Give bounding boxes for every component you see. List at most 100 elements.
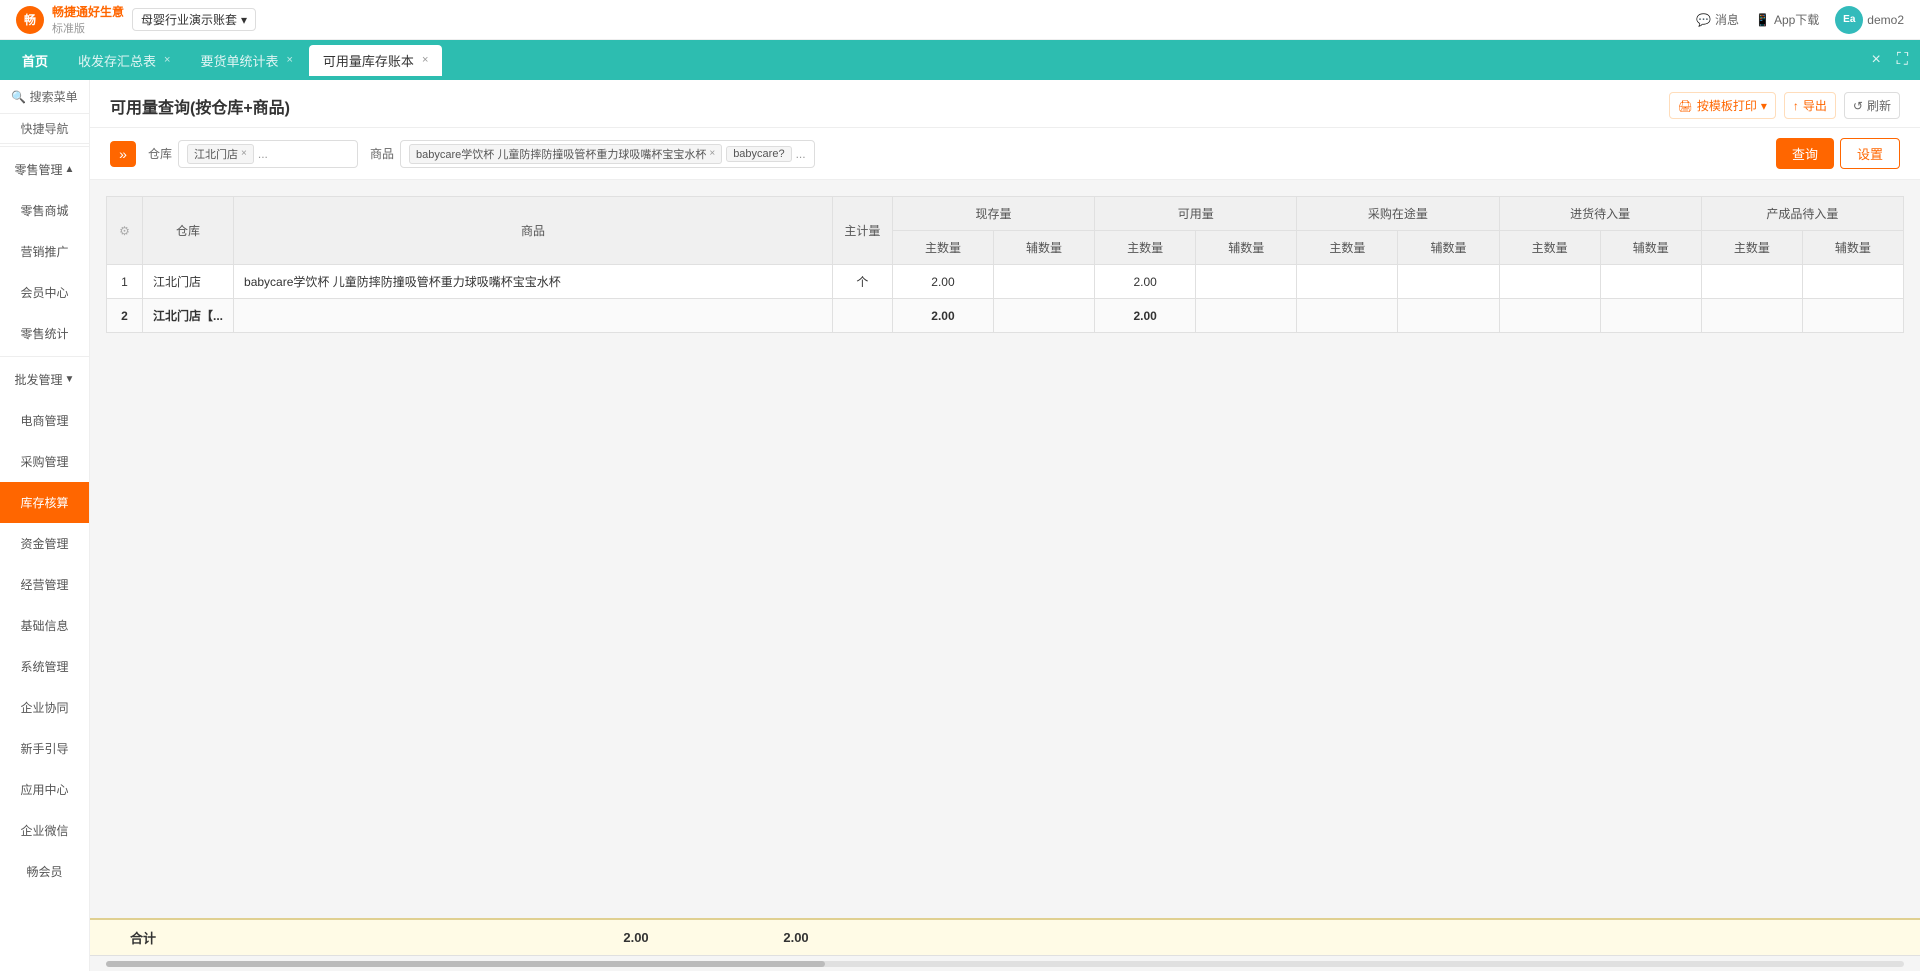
scrollbar-area [90,955,1920,971]
sidebar-divider-2 [0,356,89,357]
app-download-btn[interactable]: 📱 App下载 [1755,11,1819,28]
cell-purchase-sub-2 [1398,299,1499,333]
sidebar-search[interactable]: 🔍 搜索菜单 [0,80,89,114]
filter-action-buttons: 查询 设置 [1776,138,1900,169]
user-profile[interactable]: Ea demo2 [1835,6,1904,34]
tab-order-summary[interactable]: 要货单统计表 × [186,45,306,76]
sidebar-item-vip[interactable]: 畅会员 [0,851,89,892]
col-stock-sub: 辅数量 [994,231,1095,265]
cell-incoming-main [1499,265,1600,299]
col-group-avail: 可用量 [1095,197,1297,231]
chevron-up-icon: ▲ [65,164,75,175]
sidebar-quick-nav[interactable]: 快捷导航 [0,114,89,144]
col-purchase-main: 主数量 [1297,231,1398,265]
window-expand-btn[interactable]: ⛶ [1893,47,1912,73]
remove-product-tag-1[interactable]: × [709,148,715,159]
sidebar-item-basic-info[interactable]: 基础信息 [0,605,89,646]
col-stock-main: 主数量 [892,231,993,265]
main-layout: 🔍 搜索菜单 快捷导航 零售管理 ▲ 零售商城 营销推广 会员中心 零售统计 批… [0,80,1920,971]
cell-avail-main-2: 2.00 [1095,299,1196,333]
data-table: ⚙ 仓库 商品 主计量 现存量 可用量 采购在途量 进货待入量 产成品待入量 主… [106,196,1904,333]
top-bar: 畅 畅捷通好生意 标准版 母婴行业演示账套 ▾ 💬 消息 📱 App下载 Ea … [0,0,1920,40]
refresh-btn[interactable]: ↺ 刷新 [1844,92,1900,119]
cell-stock-main-2: 2.00 [892,299,993,333]
brand-logo: 畅 [16,6,44,34]
cell-product-main [1701,265,1802,299]
cell-no-2: 2 [107,299,143,333]
footer-label: 合计 [110,928,156,947]
message-icon: 💬 [1696,13,1711,27]
cell-stock-sub-2 [994,299,1095,333]
sidebar-item-retail-stats[interactable]: 零售统计 [0,313,89,354]
sidebar-item-ecommerce[interactable]: 电商管理 [0,400,89,441]
tab-available-ledger[interactable]: 可用量库存账本 × [309,45,442,76]
cell-product: babycare学饮杯 儿童防摔防撞吸管杯重力球吸嘴杯宝宝水杯 [234,265,833,299]
tab-receive-summary[interactable]: 收发存汇总表 × [64,45,184,76]
template-print-btn[interactable]: 🖨 按模板打印 ▾ [1669,92,1776,119]
sidebar-item-enterprise-wechat[interactable]: 企业微信 [0,810,89,851]
col-group-stock: 现存量 [892,197,1094,231]
content-area: 可用量查询(按仓库+商品) 🖨 按模板打印 ▾ ↑ 导出 ↺ 刷新 [90,80,1920,971]
chevron-down-icon: ▼ [65,374,75,385]
message-btn[interactable]: 💬 消息 [1696,11,1739,28]
product-tag-container[interactable]: babycare学饮杯 儿童防摔防撞吸管杯重力球吸嘴杯宝宝水杯 × babyca… [400,140,815,168]
gear-icon[interactable]: ⚙ [119,224,130,238]
warehouse-filter: 仓库 江北门店 × ... [148,140,358,168]
cell-avail-sub [1196,265,1297,299]
close-icon[interactable]: × [422,54,428,66]
product-filter: 商品 babycare学饮杯 儿童防摔防撞吸管杯重力球吸嘴杯宝宝水杯 × bab… [370,140,815,168]
sidebar-item-retail-mall[interactable]: 零售商城 [0,190,89,231]
cell-incoming-main-2 [1499,299,1600,333]
setting-btn[interactable]: 设置 [1840,138,1900,169]
cell-incoming-sub-2 [1600,299,1701,333]
horizontal-scrollbar[interactable] [106,961,1904,967]
nav-tabs: 首页 收发存汇总表 × 要货单统计表 × 可用量库存账本 × × ⛶ [0,40,1920,80]
remove-warehouse-tag[interactable]: × [241,148,247,159]
window-close-btn[interactable]: × [1867,47,1884,73]
sidebar-item-new-guide[interactable]: 新手引导 [0,728,89,769]
scrollbar-thumb[interactable] [106,961,825,967]
warehouse-ellipsis: ... [258,147,268,161]
col-product-main: 主数量 [1701,231,1802,265]
sidebar-item-finance[interactable]: 资金管理 [0,523,89,564]
cell-warehouse-2: 江北门店【... [143,299,234,333]
col-avail-sub: 辅数量 [1196,231,1297,265]
download-icon: 📱 [1755,13,1770,27]
sidebar-item-inventory[interactable]: 库存核算 [0,482,89,523]
warehouse-tag-container[interactable]: 江北门店 × ... [178,140,358,168]
sidebar-item-member[interactable]: 会员中心 [0,272,89,313]
search-icon: 🔍 [11,90,26,104]
product-label: 商品 [370,145,394,162]
close-icon[interactable]: × [286,54,292,66]
brand-sub: 标准版 [52,20,124,36]
product-tag-1: babycare学饮杯 儿童防摔防撞吸管杯重力球吸嘴杯宝宝水杯 × [409,144,722,164]
sidebar-item-enterprise-collab[interactable]: 企业协同 [0,687,89,728]
sidebar-item-purchase[interactable]: 采购管理 [0,441,89,482]
page-actions: 🖨 按模板打印 ▾ ↑ 导出 ↺ 刷新 [1669,92,1900,119]
export-icon: ↑ [1793,99,1799,113]
export-btn[interactable]: ↑ 导出 [1784,92,1836,119]
page-title: 可用量查询(按仓库+商品) [110,94,290,118]
cell-product-sub [1802,265,1903,299]
sidebar-item-app-center[interactable]: 应用中心 [0,769,89,810]
filter-bar: » 仓库 江北门店 × ... 商品 babycare学饮杯 儿童防摔防撞吸管杯… [90,128,1920,180]
top-right-actions: 💬 消息 📱 App下载 Ea demo2 [1696,6,1904,34]
warehouse-label: 仓库 [148,145,172,162]
tab-home[interactable]: 首页 [8,45,62,76]
avatar: Ea [1835,6,1863,34]
sidebar-item-system[interactable]: 系统管理 [0,646,89,687]
col-purchase-sub: 辅数量 [1398,231,1499,265]
footer-stock-main: 2.00 [596,930,676,945]
query-btn[interactable]: 查询 [1776,138,1834,169]
filter-expand-btn[interactable]: » [110,141,136,167]
product-ellipsis: ... [796,147,806,161]
cell-product-main-2 [1701,299,1802,333]
sidebar-item-retail-mgmt[interactable]: 零售管理 ▲ [0,149,89,190]
sidebar-item-wholesale-mgmt[interactable]: 批发管理 ▼ [0,359,89,400]
close-icon[interactable]: × [164,54,170,66]
col-gear: ⚙ [107,197,143,265]
sidebar-divider [0,146,89,147]
sidebar-item-ops[interactable]: 经营管理 [0,564,89,605]
industry-select[interactable]: 母婴行业演示账套 ▾ [132,8,256,31]
sidebar-item-marketing[interactable]: 营销推广 [0,231,89,272]
